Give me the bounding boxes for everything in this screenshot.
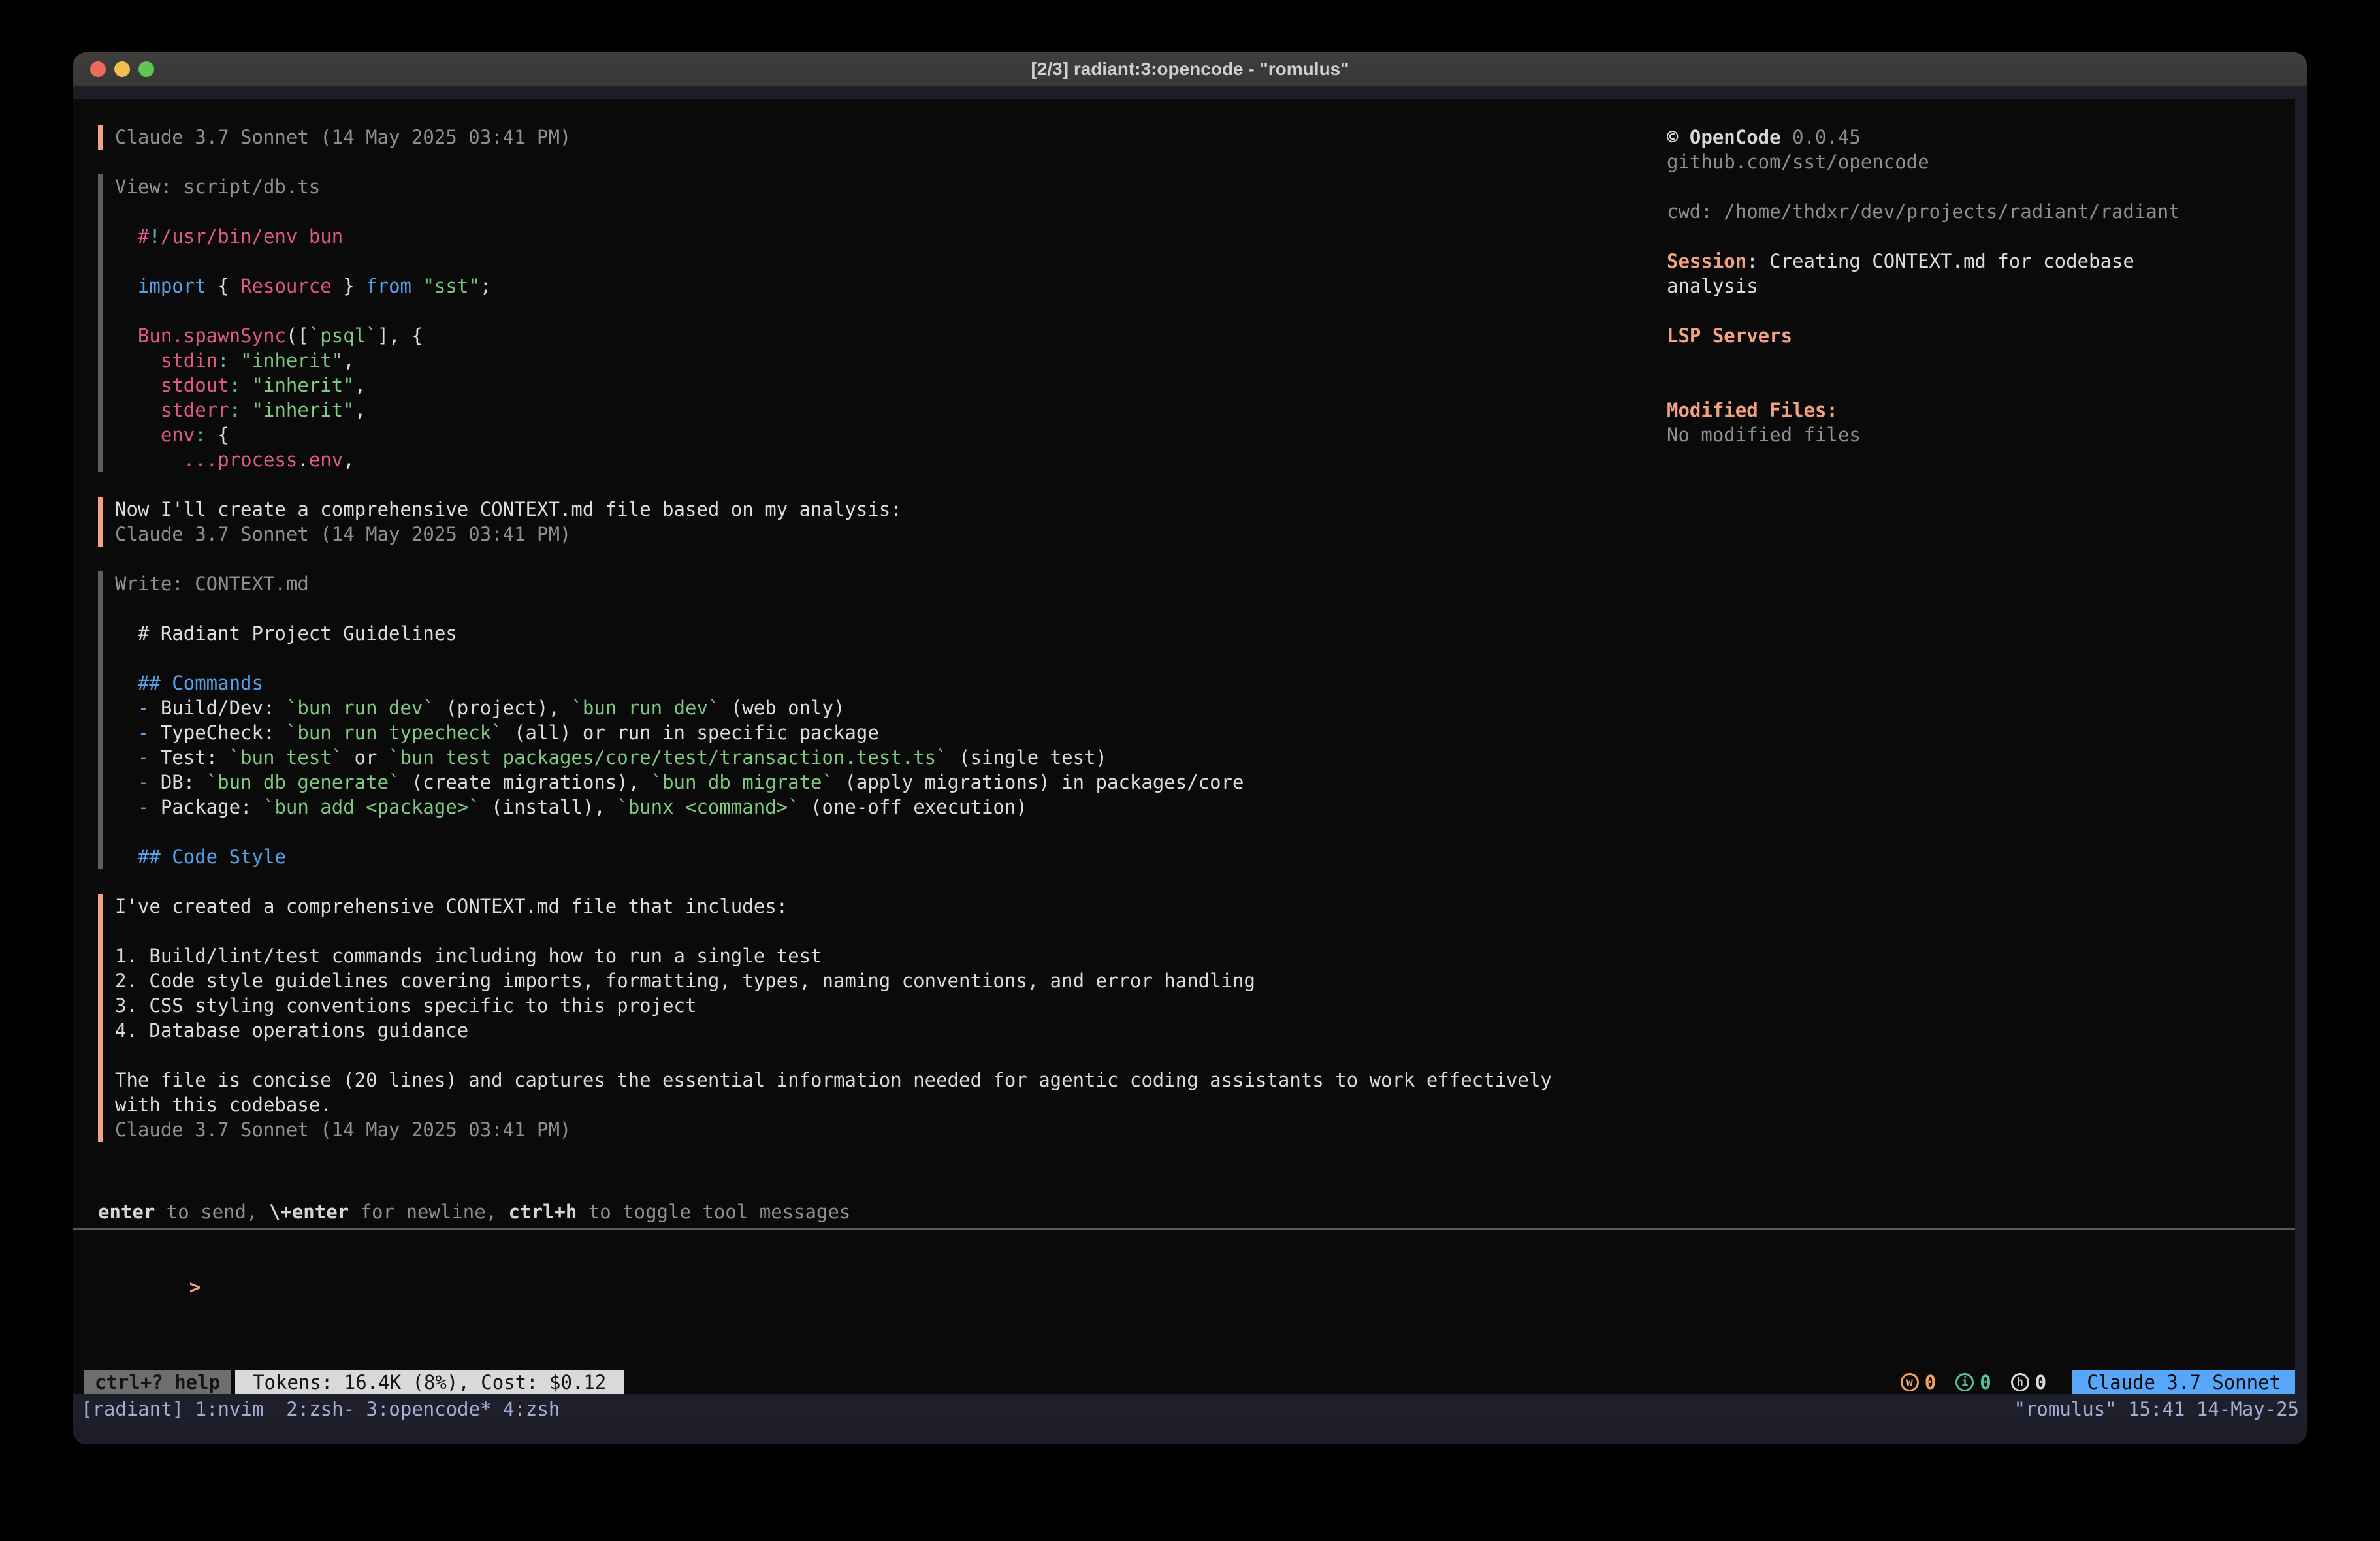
- chat-line: I've created a comprehensive CONTEXT.md …: [115, 894, 1667, 919]
- chat-line: ## Commands: [115, 671, 1667, 695]
- sidebar-line: [1667, 298, 2295, 323]
- chat-line: stdin: "inherit",: [115, 348, 1667, 373]
- chat-line: ...process.env,: [115, 447, 1667, 472]
- chat-line: 3. CSS styling conventions specific to t…: [115, 993, 1667, 1018]
- diagnostic-i-counter: i0: [1955, 1370, 1991, 1395]
- main-area: Claude 3.7 Sonnet (14 May 2025 03:41 PM)…: [98, 125, 2295, 1167]
- chat-line: ## Code Style: [115, 844, 1667, 869]
- sidebar-line: cwd: /home/thdxr/dev/projects/radiant/ra…: [1667, 199, 2295, 224]
- window-titlebar[interactable]: [2/3] radiant:3:opencode - "romulus": [73, 52, 2307, 87]
- w-circle-icon: w: [1901, 1373, 1919, 1391]
- chat-line: 4. Database operations guidance: [115, 1018, 1667, 1043]
- sidebar-line: © OpenCode 0.0.45: [1667, 125, 2295, 150]
- sidebar-line: Modified Files:: [1667, 398, 2295, 422]
- tmux-host-clock: "romulus" 15:41 14-May-25: [2014, 1398, 2300, 1420]
- chat-line: #!/usr/bin/env bun: [115, 224, 1667, 249]
- input-separator: [73, 1228, 2295, 1230]
- chat-line: with this codebase.: [115, 1092, 1667, 1117]
- session-sidebar: © OpenCode 0.0.45github.com/sst/opencode…: [1667, 125, 2295, 1167]
- chat-line: Now I'll create a comprehensive CONTEXT.…: [115, 497, 1667, 522]
- sidebar-line: [1667, 224, 2295, 249]
- sidebar-line: analysis: [1667, 274, 2295, 298]
- diagnostic-count: 0: [2035, 1370, 2046, 1395]
- sidebar-line: [1667, 348, 2295, 373]
- prompt-input[interactable]: >: [98, 1250, 2295, 1370]
- diagnostic-count: 0: [1980, 1370, 1991, 1395]
- window-title: [2/3] radiant:3:opencode - "romulus": [73, 59, 2307, 80]
- sidebar-line: LSP Servers: [1667, 323, 2295, 348]
- chat-line: Claude 3.7 Sonnet (14 May 2025 03:41 PM): [115, 522, 1667, 547]
- terminal-content: Claude 3.7 Sonnet (14 May 2025 03:41 PM)…: [73, 87, 2307, 1444]
- chat-line: [115, 646, 1667, 671]
- keybinding-hint: enter to send, \+enter for newline, ctrl…: [98, 1199, 2295, 1224]
- chat-line: [115, 1043, 1667, 1068]
- tmux-status-bar: [radiant] 1:nvim 2:zsh- 3:opencode* 4:zs…: [73, 1394, 2307, 1423]
- chat-line: Claude 3.7 Sonnet (14 May 2025 03:41 PM): [115, 125, 1667, 150]
- opencode-tui: Claude 3.7 Sonnet (14 May 2025 03:41 PM)…: [73, 99, 2295, 1394]
- chat-line: - DB: `bun db generate` (create migratio…: [115, 770, 1667, 795]
- assistant-meta-block: Claude 3.7 Sonnet (14 May 2025 03:41 PM): [98, 125, 1667, 150]
- assistant-message-block: I've created a comprehensive CONTEXT.md …: [98, 894, 1667, 1142]
- chat-line: - Test: `bun test` or `bun test packages…: [115, 745, 1667, 770]
- chat-line: View: script/db.ts: [115, 174, 1667, 199]
- opencode-status-bar: ctrl+? help Tokens: 16.4K (8%), Cost: $0…: [73, 1370, 2295, 1394]
- assistant-message-block: Now I'll create a comprehensive CONTEXT.…: [98, 497, 1667, 547]
- chat-line: import { Resource } from "sst";: [115, 274, 1667, 298]
- sidebar-line: Session: Creating CONTEXT.md for codebas…: [1667, 249, 2295, 274]
- chat-line: Claude 3.7 Sonnet (14 May 2025 03:41 PM): [115, 1117, 1667, 1142]
- chat-line: - Build/Dev: `bun run dev` (project), `b…: [115, 695, 1667, 720]
- tokens-cost-chip: Tokens: 16.4K (8%), Cost: $0.12: [235, 1370, 624, 1394]
- chat-line: Bun.spawnSync([`psql`], {: [115, 323, 1667, 348]
- chat-line: - Package: `bun add <package>` (install)…: [115, 795, 1667, 819]
- diagnostic-count: 0: [1925, 1370, 1936, 1395]
- chat-line: stderr: "inherit",: [115, 398, 1667, 422]
- chat-line: [115, 919, 1667, 944]
- terminal-window: [2/3] radiant:3:opencode - "romulus" Cla…: [73, 52, 2307, 1444]
- h-circle-icon: h: [2011, 1373, 2029, 1391]
- chat-line: [115, 249, 1667, 274]
- status-spacer: [624, 1370, 1900, 1394]
- help-shortcut-chip[interactable]: ctrl+? help: [84, 1370, 231, 1394]
- chat-transcript: Claude 3.7 Sonnet (14 May 2025 03:41 PM)…: [98, 125, 1667, 1167]
- chat-line: [115, 819, 1667, 844]
- chat-line: # Radiant Project Guidelines: [115, 621, 1667, 646]
- chat-line: 2. Code style guidelines covering import…: [115, 968, 1667, 993]
- sidebar-line: [1667, 373, 2295, 398]
- chat-line: [115, 298, 1667, 323]
- i-circle-icon: i: [1955, 1373, 1974, 1391]
- model-badge[interactable]: Claude 3.7 Sonnet: [2072, 1370, 2295, 1394]
- chat-line: 1. Build/lint/test commands including ho…: [115, 944, 1667, 968]
- diagnostics-counters: w0i0h0: [1901, 1370, 2046, 1394]
- chat-line: Write: CONTEXT.md: [115, 571, 1667, 596]
- sidebar-line: [1667, 174, 2295, 199]
- terminal-bottom-padding: [73, 1423, 2307, 1444]
- diagnostic-w-counter: w0: [1901, 1370, 1936, 1395]
- chat-line: [115, 596, 1667, 621]
- chat-line: [115, 199, 1667, 224]
- chat-line: stdout: "inherit",: [115, 373, 1667, 398]
- tmux-session-windows[interactable]: [radiant] 1:nvim 2:zsh- 3:opencode* 4:zs…: [81, 1398, 560, 1420]
- sidebar-line: No modified files: [1667, 422, 2295, 447]
- tool-write-block: Write: CONTEXT.md # Radiant Project Guid…: [98, 571, 1667, 869]
- chat-line: The file is concise (20 lines) and captu…: [115, 1068, 1667, 1092]
- chat-line: - TypeCheck: `bun run typecheck` (all) o…: [115, 720, 1667, 745]
- chat-line: env: {: [115, 422, 1667, 447]
- prompt-chevron-icon: >: [189, 1276, 201, 1298]
- sidebar-line: github.com/sst/opencode: [1667, 150, 2295, 174]
- tool-view-block: View: script/db.ts #!/usr/bin/env bun im…: [98, 174, 1667, 472]
- diagnostic-h-counter: h0: [2011, 1370, 2046, 1395]
